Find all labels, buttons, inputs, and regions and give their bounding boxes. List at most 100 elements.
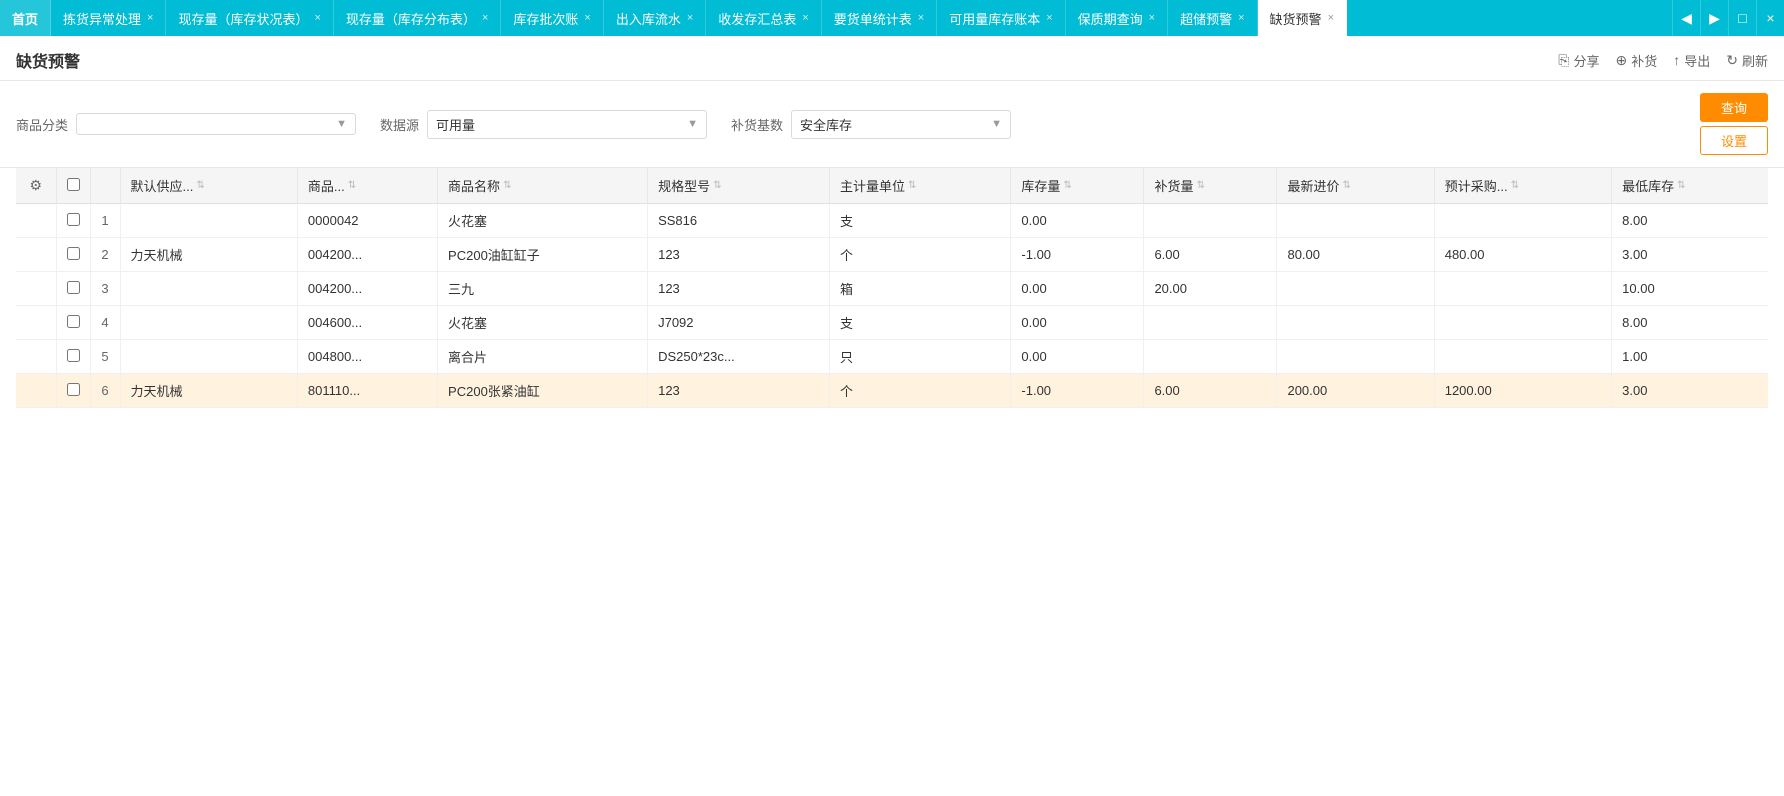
th-latest-price[interactable]: 最新进价 ⇅ [1277, 168, 1434, 204]
tab-inout-flow[interactable]: 出入库流水 × [604, 0, 706, 36]
th-settings: ⚙ [16, 168, 56, 204]
nav-close-button[interactable]: × [1756, 0, 1784, 36]
replenish-base-value: 安全库存 [800, 115, 852, 134]
close-tab-10[interactable]: × [1238, 12, 1244, 24]
sort-icon-name: ⇅ [503, 180, 511, 191]
sort-icon-spec: ⇅ [713, 180, 721, 191]
row-unit: 个 [829, 238, 1010, 272]
row-checkbox-cell [56, 306, 90, 340]
th-replenish[interactable]: 补货量 ⇅ [1144, 168, 1277, 204]
tab-goods-stat[interactable]: 要货单统计表 × [822, 0, 937, 36]
row-num-cell: 1 [90, 204, 120, 238]
nav-restore-button[interactable]: □ [1728, 0, 1756, 36]
product-category-select[interactable]: ▼ [76, 113, 356, 135]
select-all-checkbox[interactable] [67, 178, 80, 191]
sort-icon-est: ⇅ [1511, 180, 1519, 191]
row-spec: 123 [648, 238, 830, 272]
th-product-name[interactable]: 商品名称 ⇅ [438, 168, 648, 204]
row-est-purchase: 1200.00 [1434, 374, 1611, 408]
row-num-cell: 4 [90, 306, 120, 340]
tab-shortage-warning[interactable]: 缺货预警 × [1258, 0, 1347, 36]
main-content: 缺货预警 ⎘ 分享 ⊕ 补货 ↑ 导出 ↻ 刷新 商品分类 [0, 36, 1784, 796]
nav-next-button[interactable]: ▶ [1700, 0, 1728, 36]
data-source-select[interactable]: 可用量 ▼ [427, 110, 707, 139]
row-code: 801110... [297, 374, 437, 408]
tab-expiry-query[interactable]: 保质期查询 × [1066, 0, 1168, 36]
close-tab-11[interactable]: × [1328, 12, 1334, 24]
data-table: ⚙ 默认供应... ⇅ 商品... [16, 168, 1768, 408]
row-replenish [1144, 306, 1277, 340]
column-settings-icon[interactable]: ⚙ [29, 177, 42, 193]
export-action[interactable]: ↑ 导出 [1673, 51, 1710, 70]
th-min-stock[interactable]: 最低库存 ⇅ [1612, 168, 1768, 204]
row-min-stock: 8.00 [1612, 306, 1768, 340]
th-est-purchase[interactable]: 预计采购... ⇅ [1434, 168, 1611, 204]
th-spec[interactable]: 规格型号 ⇅ [648, 168, 830, 204]
row-checkbox-2[interactable] [67, 281, 80, 294]
close-tab-8[interactable]: × [1046, 12, 1052, 24]
row-checkbox-1[interactable] [67, 247, 80, 260]
tab-batch-account[interactable]: 库存批次账 × [501, 0, 603, 36]
tab-home[interactable]: 首页 [0, 0, 51, 36]
refresh-action[interactable]: ↻ 刷新 [1726, 51, 1768, 70]
row-replenish: 6.00 [1144, 238, 1277, 272]
settings-button[interactable]: 设置 [1700, 126, 1768, 155]
th-unit[interactable]: 主计量单位 ⇅ [829, 168, 1010, 204]
row-stock: -1.00 [1011, 238, 1144, 272]
tab-pick-exception[interactable]: 拣货异常处理 × [51, 0, 166, 36]
refresh-label: 刷新 [1742, 51, 1768, 70]
row-min-stock: 10.00 [1612, 272, 1768, 306]
row-supplier [120, 272, 297, 306]
product-category-group: 商品分类 ▼ [16, 113, 356, 135]
row-supplier: 力天机械 [120, 374, 297, 408]
close-tab-3[interactable]: × [482, 12, 488, 24]
header-actions: ⎘ 分享 ⊕ 补货 ↑ 导出 ↻ 刷新 [1558, 51, 1768, 70]
row-stock: 0.00 [1011, 340, 1144, 374]
replenish-action[interactable]: ⊕ 补货 [1615, 51, 1657, 70]
close-tab-6[interactable]: × [802, 12, 808, 24]
th-stock[interactable]: 库存量 ⇅ [1011, 168, 1144, 204]
table-row: 4 004600... 火花塞 J7092 支 0.00 8.00 [16, 306, 1768, 340]
tab-overstock-warning[interactable]: 超储预警 × [1168, 0, 1257, 36]
th-product-code[interactable]: 商品... ⇅ [297, 168, 437, 204]
tab-available-ledger[interactable]: 可用量库存账本 × [937, 0, 1065, 36]
replenish-base-select[interactable]: 安全库存 ▼ [791, 110, 1011, 139]
row-code: 004600... [297, 306, 437, 340]
row-settings-cell [16, 204, 56, 238]
tab-inventory-dist[interactable]: 现存量（库存分布表） × [334, 0, 501, 36]
table-header-row: ⚙ 默认供应... ⇅ 商品... [16, 168, 1768, 204]
close-tab-7[interactable]: × [918, 12, 924, 24]
row-stock: 0.00 [1011, 306, 1144, 340]
row-stock: -1.00 [1011, 374, 1144, 408]
replenish-base-group: 补货基数 安全库存 ▼ [731, 110, 1011, 139]
close-tab-9[interactable]: × [1149, 12, 1155, 24]
row-spec: 123 [648, 374, 830, 408]
share-action[interactable]: ⎘ 分享 [1558, 51, 1599, 70]
row-code: 0000042 [297, 204, 437, 238]
replenish-base-label: 补货基数 [731, 115, 783, 134]
close-tab-4[interactable]: × [584, 12, 590, 24]
tab-inventory-status[interactable]: 现存量（库存状况表） × [166, 0, 333, 36]
close-tab-5[interactable]: × [687, 12, 693, 24]
row-name: PC200油缸缸子 [438, 238, 648, 272]
close-tab-1[interactable]: × [147, 12, 153, 24]
row-checkbox-0[interactable] [67, 213, 80, 226]
th-default-supplier[interactable]: 默认供应... ⇅ [120, 168, 297, 204]
row-checkbox-5[interactable] [67, 383, 80, 396]
row-name: 三九 [438, 272, 648, 306]
nav-tabs: 首页 拣货异常处理 × 现存量（库存状况表） × 现存量（库存分布表） × 库存… [0, 0, 1784, 36]
row-checkbox-4[interactable] [67, 349, 80, 362]
th-num [90, 168, 120, 204]
row-unit: 只 [829, 340, 1010, 374]
nav-prev-button[interactable]: ◀ [1672, 0, 1700, 36]
row-latest-price: 200.00 [1277, 374, 1434, 408]
query-button[interactable]: 查询 [1700, 93, 1768, 122]
share-label: 分享 [1573, 51, 1599, 70]
tab-receive-summary[interactable]: 收发存汇总表 × [706, 0, 821, 36]
row-checkbox-3[interactable] [67, 315, 80, 328]
close-tab-2[interactable]: × [314, 12, 320, 24]
table-body: 1 0000042 火花塞 SS816 支 0.00 8.00 2 力天机械 0… [16, 204, 1768, 408]
row-num-cell: 6 [90, 374, 120, 408]
row-latest-price [1277, 204, 1434, 238]
table-row: 3 004200... 三九 123 箱 0.00 20.00 10.00 [16, 272, 1768, 306]
